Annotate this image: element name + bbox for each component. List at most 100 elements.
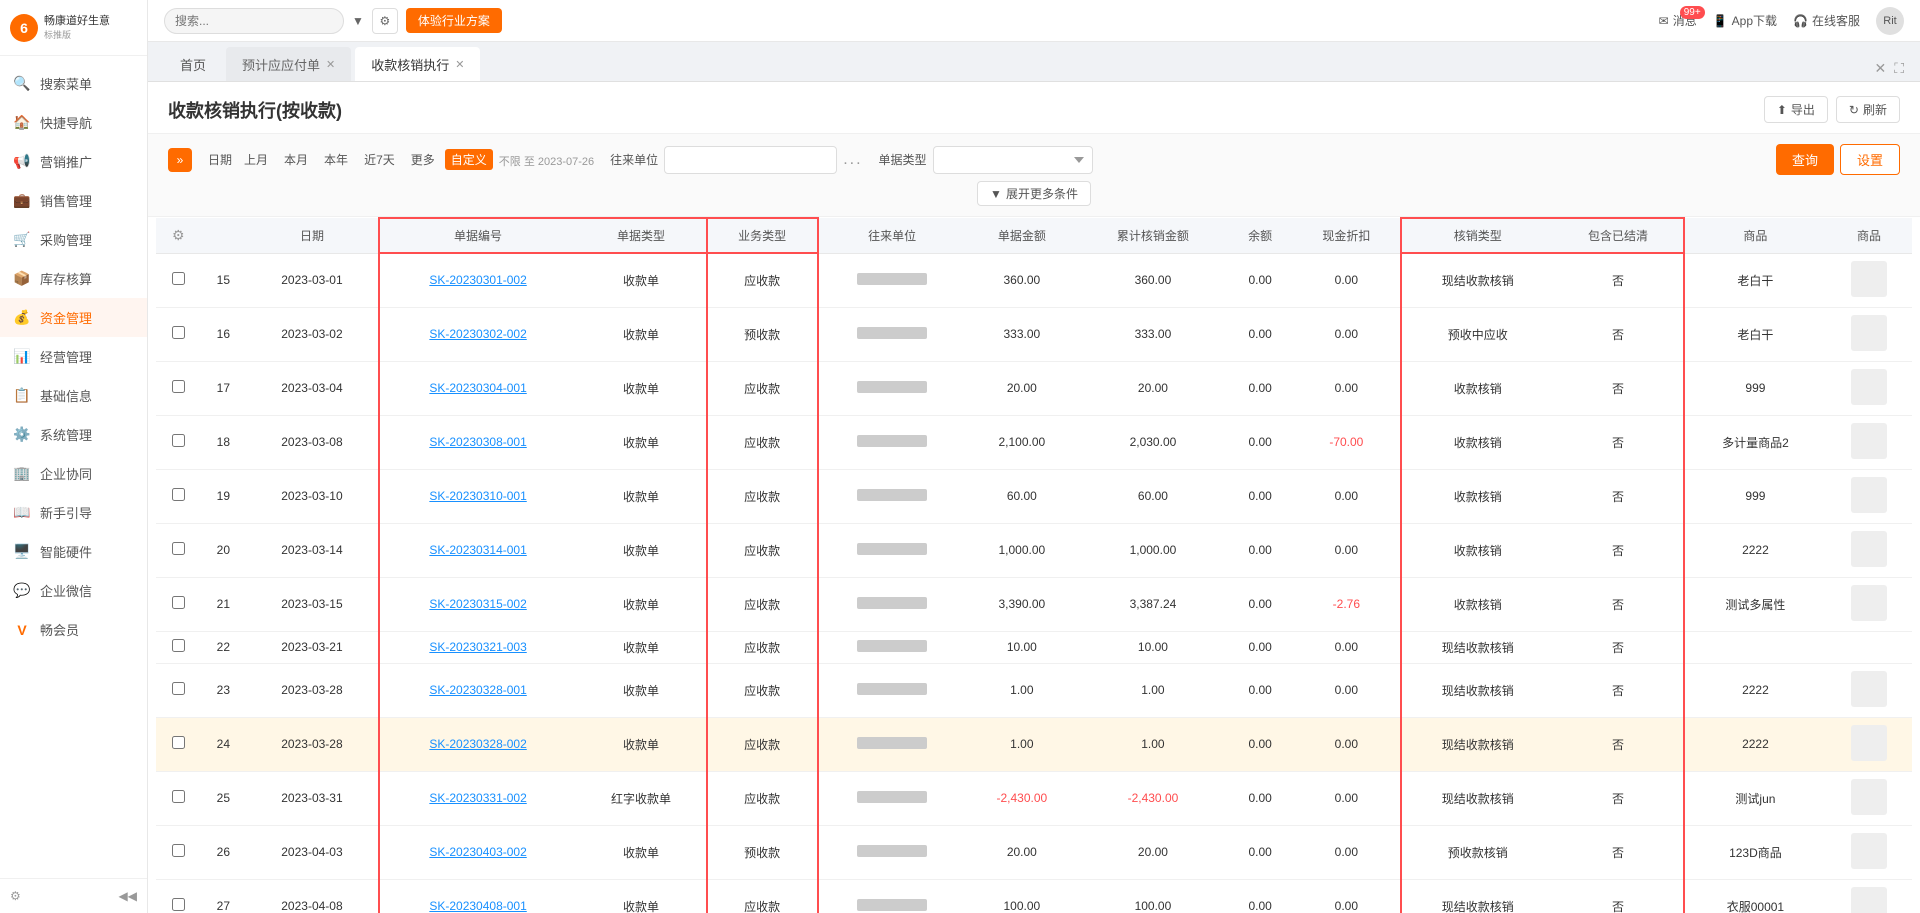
- messages-button[interactable]: ✉ 消息 99+: [1659, 12, 1697, 29]
- cell-checkbox[interactable]: [156, 825, 201, 879]
- sidebar-item-sales[interactable]: 💼 销售管理: [0, 181, 147, 220]
- voucher-link[interactable]: SK-20230321-003: [429, 640, 526, 654]
- sidebar-item-search[interactable]: 🔍 搜索菜单: [0, 64, 147, 103]
- sidebar-item-member[interactable]: V 畅会员: [0, 610, 147, 649]
- th-date[interactable]: 日期: [246, 218, 379, 253]
- voucher-link[interactable]: SK-20230403-002: [429, 845, 526, 859]
- th-cash-discount[interactable]: 现金折扣: [1292, 218, 1401, 253]
- sidebar-item-wechat[interactable]: 💬 企业微信: [0, 571, 147, 610]
- cell-checkbox[interactable]: [156, 771, 201, 825]
- voucher-link[interactable]: SK-20230331-002: [429, 791, 526, 805]
- sidebar-item-finance[interactable]: 💰 资金管理: [0, 298, 147, 337]
- industry-solution-button[interactable]: 体验行业方案: [406, 8, 502, 33]
- th-partner[interactable]: 往来单位: [818, 218, 966, 253]
- voucher-link[interactable]: SK-20230314-001: [429, 543, 526, 557]
- cell-voucher-no[interactable]: SK-20230408-001: [379, 879, 576, 913]
- voucher-link[interactable]: SK-20230301-002: [429, 273, 526, 287]
- cell-voucher-no[interactable]: SK-20230331-002: [379, 771, 576, 825]
- sidebar-item-hardware[interactable]: 🖥️ 智能硬件: [0, 532, 147, 571]
- th-settings[interactable]: ⚙: [156, 218, 201, 253]
- th-biz-type[interactable]: 业务类型: [707, 218, 818, 253]
- cell-checkbox[interactable]: [156, 879, 201, 913]
- cell-voucher-no[interactable]: SK-20230301-002: [379, 253, 576, 307]
- cell-checkbox[interactable]: [156, 253, 201, 307]
- voucher-link[interactable]: SK-20230302-002: [429, 327, 526, 341]
- voucher-link[interactable]: SK-20230328-002: [429, 737, 526, 751]
- topbar-gear-btn[interactable]: ⚙: [372, 8, 398, 34]
- th-verified-amount[interactable]: 累计核销金额: [1078, 218, 1228, 253]
- refresh-button[interactable]: ↻ 刷新: [1836, 96, 1900, 123]
- sidebar-item-operation[interactable]: 📊 经营管理: [0, 337, 147, 376]
- cell-checkbox[interactable]: [156, 717, 201, 771]
- cell-voucher-no[interactable]: SK-20230328-002: [379, 717, 576, 771]
- close-window-icon[interactable]: ✕: [1874, 60, 1886, 77]
- settings-bottom-icon[interactable]: ⚙: [10, 889, 21, 903]
- sidebar-item-marketing[interactable]: 📢 营销推广: [0, 142, 147, 181]
- export-button[interactable]: ⬆ 导出: [1764, 96, 1828, 123]
- user-avatar[interactable]: Rit: [1876, 7, 1904, 35]
- topbar-dropdown[interactable]: ▼: [352, 14, 364, 28]
- cell-voucher-no[interactable]: SK-20230321-003: [379, 631, 576, 663]
- filter-settings-button[interactable]: 设置: [1840, 144, 1900, 175]
- th-cancel-type[interactable]: 核销类型: [1401, 218, 1553, 253]
- th-voucher-type[interactable]: 单据类型: [576, 218, 706, 253]
- date-btn-this-year[interactable]: 本年: [318, 149, 354, 170]
- sidebar-item-inventory[interactable]: 📦 库存核算: [0, 259, 147, 298]
- cell-voucher-no[interactable]: SK-20230302-002: [379, 307, 576, 361]
- cell-checkbox[interactable]: [156, 577, 201, 631]
- th-amount[interactable]: 单据金额: [966, 218, 1078, 253]
- voucher-link[interactable]: SK-20230408-001: [429, 899, 526, 913]
- cell-voucher-no[interactable]: SK-20230315-002: [379, 577, 576, 631]
- voucher-link[interactable]: SK-20230315-002: [429, 597, 526, 611]
- cell-voucher-no[interactable]: SK-20230304-001: [379, 361, 576, 415]
- query-button[interactable]: 查询: [1776, 144, 1834, 175]
- voucher-link[interactable]: SK-20230310-001: [429, 489, 526, 503]
- cell-voucher-no[interactable]: SK-20230314-001: [379, 523, 576, 577]
- tab-receipt-close[interactable]: ✕: [455, 58, 464, 71]
- collapse-icon[interactable]: ◀◀: [119, 889, 137, 903]
- cell-voucher-no[interactable]: SK-20230403-002: [379, 825, 576, 879]
- date-btn-7days[interactable]: 近7天: [358, 149, 401, 170]
- cell-checkbox[interactable]: [156, 307, 201, 361]
- voucher-link[interactable]: SK-20230308-001: [429, 435, 526, 449]
- tab-pending-close[interactable]: ✕: [326, 58, 335, 71]
- date-btn-custom[interactable]: 自定义: [445, 149, 493, 170]
- tab-receipt[interactable]: 收款核销执行 ✕: [355, 47, 480, 81]
- cell-voucher-no[interactable]: SK-20230328-001: [379, 663, 576, 717]
- cell-checkbox[interactable]: [156, 631, 201, 663]
- th-goods2[interactable]: 商品: [1826, 218, 1912, 253]
- sidebar-item-base[interactable]: 📋 基础信息: [0, 376, 147, 415]
- sidebar-item-system[interactable]: ⚙️ 系统管理: [0, 415, 147, 454]
- filter-expand-button[interactable]: »: [168, 148, 192, 172]
- tab-home[interactable]: 首页: [164, 47, 222, 81]
- date-btn-more[interactable]: 更多: [405, 149, 441, 170]
- cell-verified-amount: 3,387.24: [1078, 577, 1228, 631]
- cell-voucher-no[interactable]: SK-20230310-001: [379, 469, 576, 523]
- cell-checkbox[interactable]: [156, 523, 201, 577]
- expand-more-button[interactable]: ▼ 展开更多条件: [977, 181, 1091, 206]
- sidebar-item-quicknav[interactable]: 🏠 快捷导航: [0, 103, 147, 142]
- partner-input[interactable]: [664, 146, 837, 174]
- online-service-button[interactable]: 🎧 在线客服: [1793, 12, 1860, 29]
- cell-checkbox[interactable]: [156, 361, 201, 415]
- th-balance[interactable]: 余额: [1228, 218, 1292, 253]
- sidebar-item-company[interactable]: 🏢 企业协同: [0, 454, 147, 493]
- date-btn-this-month[interactable]: 本月: [278, 149, 314, 170]
- app-download-button[interactable]: 📱 App下载: [1713, 12, 1777, 29]
- th-voucher-no[interactable]: 单据编号: [379, 218, 576, 253]
- date-btn-last-month[interactable]: 上月: [238, 149, 274, 170]
- th-include-settled[interactable]: 包含已结清: [1553, 218, 1683, 253]
- sidebar-item-guide[interactable]: 📖 新手引导: [0, 493, 147, 532]
- sidebar-item-purchase[interactable]: 🛒 采购管理: [0, 220, 147, 259]
- cell-checkbox[interactable]: [156, 469, 201, 523]
- topbar-search-input[interactable]: [164, 8, 344, 34]
- cell-checkbox[interactable]: [156, 663, 201, 717]
- tab-pending[interactable]: 预计应应付单 ✕: [226, 47, 351, 81]
- cell-voucher-no[interactable]: SK-20230308-001: [379, 415, 576, 469]
- th-goods[interactable]: 商品: [1684, 218, 1826, 253]
- voucher-type-select[interactable]: [933, 146, 1093, 174]
- cell-checkbox[interactable]: [156, 415, 201, 469]
- voucher-link[interactable]: SK-20230328-001: [429, 683, 526, 697]
- maximize-icon[interactable]: ⛶: [1894, 60, 1904, 77]
- voucher-link[interactable]: SK-20230304-001: [429, 381, 526, 395]
